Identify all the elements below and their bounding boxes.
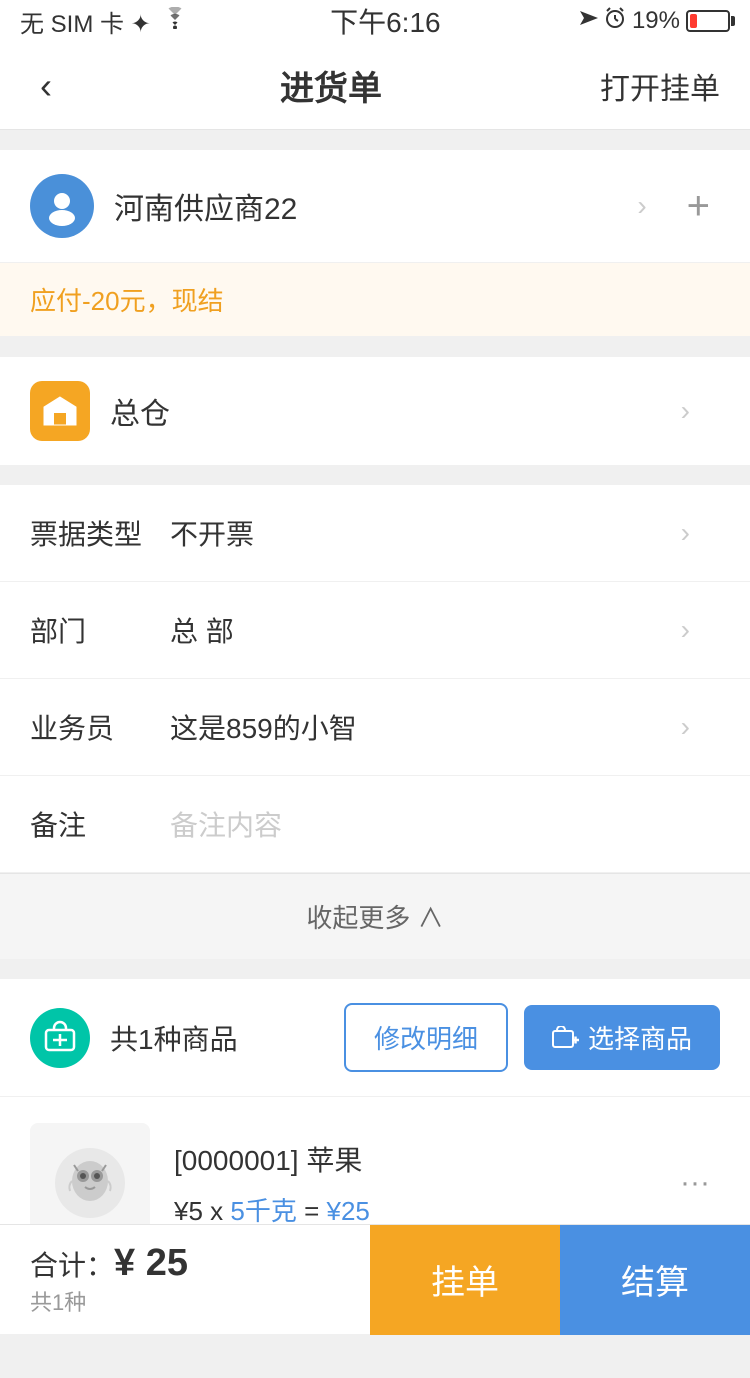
item-total: ¥25 — [327, 1196, 370, 1226]
salesperson-chevron-icon: › — [681, 711, 690, 743]
more-options-button[interactable]: ··· — [670, 1156, 720, 1210]
divider-3 — [0, 465, 750, 485]
department-value: 总 部 — [150, 610, 681, 650]
invoice-chevron-icon: › — [681, 517, 690, 549]
checkout-button[interactable]: 结算 — [560, 1225, 750, 1335]
divider-2 — [0, 337, 750, 357]
supplier-section: 河南供应商22 › + 应付-20元，现结 — [0, 150, 750, 337]
department-label: 部门 — [30, 610, 150, 650]
supplier-avatar — [30, 174, 94, 238]
supplier-notice: 应付-20元，现结 — [0, 263, 750, 337]
remark-label: 备注 — [30, 804, 150, 844]
salesperson-label: 业务员 — [30, 707, 150, 747]
quantity: 5千克 — [230, 1196, 296, 1226]
supplier-name: 河南供应商22 — [114, 184, 637, 228]
divider-4 — [0, 959, 750, 979]
remark-placeholder: 备注内容 — [150, 804, 720, 844]
product-code: [0000001] — [174, 1145, 299, 1176]
warehouse-icon — [30, 381, 90, 441]
status-bar-left: 无 SIM 卡 ✦ — [20, 4, 191, 39]
equals-sign: = — [304, 1196, 326, 1226]
total-section: 合计： ¥ 25 共1种 — [0, 1242, 370, 1317]
product-info: [0000001] 苹果 ¥5 x 5千克 = ¥25 — [174, 1139, 670, 1228]
department-row[interactable]: 部门 总 部 › — [0, 582, 750, 679]
sim-status: 无 SIM 卡 ✦ — [20, 4, 151, 39]
invoice-value: 不开票 — [150, 513, 681, 553]
form-section: 票据类型 不开票 › 部门 总 部 › 业务员 这是859的小智 › 备注 备注… — [0, 485, 750, 873]
status-bar-time: 下午6:16 — [330, 1, 441, 41]
product-title: 苹果 — [306, 1145, 362, 1176]
supplier-chevron-icon: › — [637, 190, 646, 222]
status-bar: 无 SIM 卡 ✦ 下午6:16 19% — [0, 0, 750, 42]
salesperson-row[interactable]: 业务员 这是859的小智 › — [0, 679, 750, 776]
select-product-label: 选择商品 — [588, 1019, 692, 1056]
department-chevron-icon: › — [681, 614, 690, 646]
warehouse-section: 总仓 › — [0, 357, 750, 465]
warehouse-name: 总仓 — [110, 389, 681, 433]
hang-order-button[interactable]: 挂单 — [370, 1225, 560, 1335]
back-button[interactable]: ‹ — [30, 55, 62, 117]
status-bar-right: 19% — [580, 7, 730, 36]
total-label: 合计： — [30, 1244, 114, 1284]
supplier-row[interactable]: 河南供应商22 › + — [0, 150, 750, 263]
wifi-icon — [159, 7, 191, 36]
alarm-icon — [604, 7, 626, 36]
product-price: ¥5 x 5千克 = ¥25 — [174, 1191, 670, 1228]
page-title: 进货单 — [280, 61, 382, 110]
unit-price: ¥5 — [174, 1196, 203, 1226]
invoice-row[interactable]: 票据类型 不开票 › — [0, 485, 750, 582]
warehouse-chevron-icon: › — [681, 395, 690, 427]
product-name: [0000001] 苹果 — [174, 1139, 670, 1179]
location-icon — [580, 7, 598, 36]
battery-fill — [690, 14, 697, 28]
select-product-button[interactable]: 选择商品 — [524, 1005, 720, 1070]
total-count: 共1种 — [30, 1285, 340, 1317]
products-header: 共1种商品 修改明细 选择商品 — [0, 979, 750, 1097]
remark-row[interactable]: 备注 备注内容 — [0, 776, 750, 873]
open-pending-button[interactable]: 打开挂单 — [600, 64, 720, 108]
divider-1 — [0, 130, 750, 150]
products-icon — [30, 1008, 90, 1068]
nav-bar: ‹ 进货单 打开挂单 — [0, 42, 750, 130]
edit-detail-button[interactable]: 修改明细 — [344, 1003, 508, 1072]
battery-percent: 19% — [632, 7, 680, 35]
products-count: 共1种商品 — [110, 1018, 344, 1058]
bottom-bar: 合计： ¥ 25 共1种 挂单 结算 — [0, 1224, 750, 1334]
multiply-sign: x — [210, 1196, 230, 1226]
battery-icon — [686, 10, 730, 32]
total-amount: ¥ 25 — [114, 1242, 188, 1285]
add-supplier-button[interactable]: + — [677, 184, 720, 229]
collapse-button[interactable]: 收起更多 ∧ — [0, 873, 750, 959]
warehouse-row[interactable]: 总仓 › — [0, 357, 750, 465]
salesperson-value: 这是859的小智 — [150, 707, 681, 747]
invoice-label: 票据类型 — [30, 513, 150, 553]
